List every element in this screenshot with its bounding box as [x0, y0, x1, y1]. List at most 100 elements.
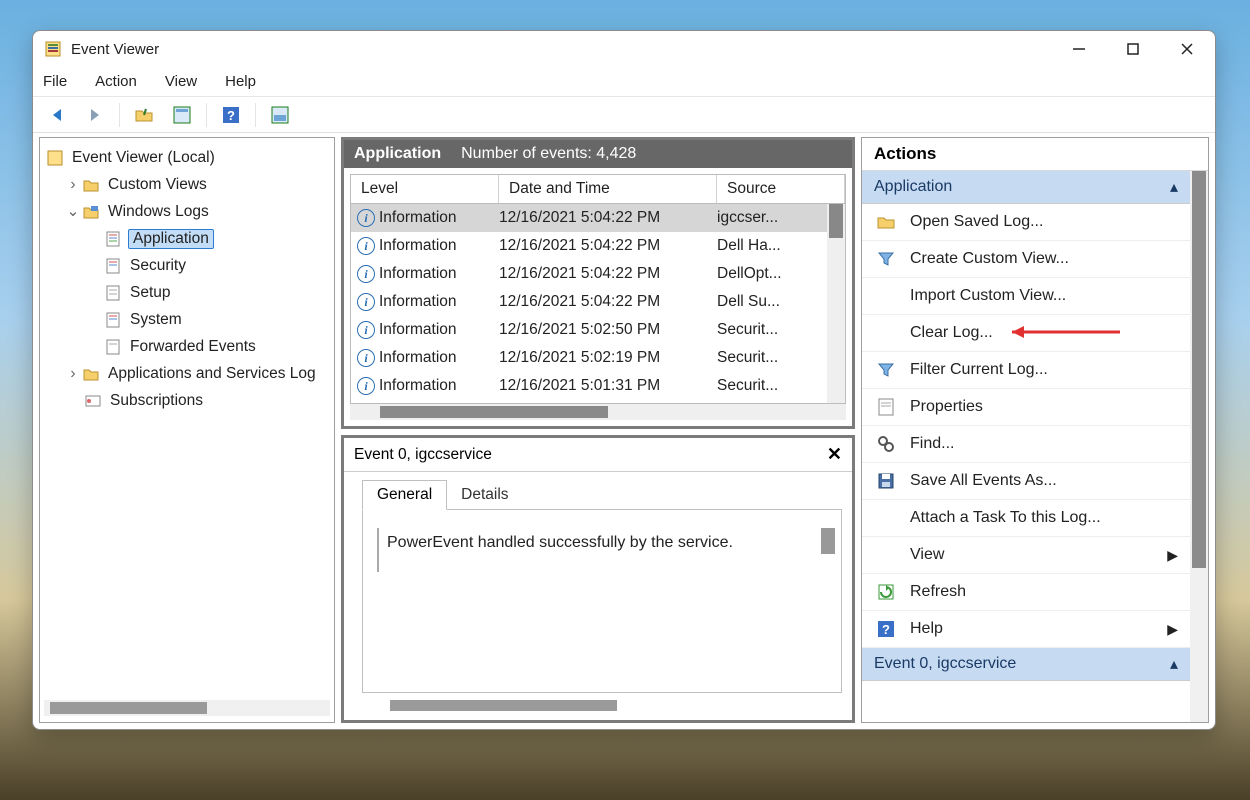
col-level[interactable]: Level	[351, 175, 499, 203]
info-icon: i	[357, 349, 375, 367]
folder-icon	[82, 365, 100, 383]
folder-icon	[82, 203, 100, 221]
table-row[interactable]: iInformation12/16/2021 5:04:22 PMDell Su…	[351, 288, 845, 316]
detail-hscrollbar[interactable]	[362, 699, 834, 712]
app-icon	[45, 41, 61, 57]
action-help[interactable]: ? Help ▶	[862, 611, 1190, 648]
grid-title: Application	[354, 145, 441, 163]
action-properties[interactable]: Properties	[862, 389, 1190, 426]
grid-hscrollbar[interactable]	[350, 404, 846, 420]
action-view-submenu[interactable]: View ▶	[862, 537, 1190, 574]
tree-security[interactable]: Security	[44, 252, 330, 279]
info-icon: i	[357, 265, 375, 283]
expand-icon[interactable]: ›	[64, 365, 82, 383]
log-icon	[104, 230, 122, 248]
col-source[interactable]: Source	[717, 175, 845, 203]
minimize-button[interactable]	[1069, 39, 1089, 59]
table-row[interactable]: iInformation12/16/2021 5:02:50 PMSecurit…	[351, 316, 845, 344]
app-title: Event Viewer	[71, 41, 1069, 58]
action-create-custom-view[interactable]: Create Custom View...	[862, 241, 1190, 278]
forward-button[interactable]	[79, 102, 111, 128]
event-grid: Application Number of events: 4,428 Leve…	[341, 137, 855, 429]
tree-system[interactable]: System	[44, 306, 330, 333]
tree-root[interactable]: Event Viewer (Local)	[44, 144, 330, 171]
cell-datetime: 12/16/2021 5:04:22 PM	[499, 237, 717, 255]
tree-apps-services[interactable]: › Applications and Services Log	[44, 360, 330, 387]
detail-close-button[interactable]: ✕	[827, 444, 842, 465]
table-row[interactable]: iInformation12/16/2021 5:04:22 PMigccser…	[351, 204, 845, 232]
log-icon	[104, 284, 122, 302]
tab-details[interactable]: Details	[446, 480, 523, 510]
folder-icon	[82, 176, 100, 194]
action-open-saved-log[interactable]: Open Saved Log...	[862, 204, 1190, 241]
action-refresh[interactable]: Refresh	[862, 574, 1190, 611]
actions-section-application[interactable]: Application ▴	[862, 171, 1190, 204]
tree-application[interactable]: Application	[44, 225, 330, 252]
cell-level: Information	[379, 237, 457, 255]
expand-icon[interactable]: ›	[64, 176, 82, 194]
cell-datetime: 12/16/2021 5:04:22 PM	[499, 209, 717, 227]
menu-action[interactable]: Action	[95, 73, 137, 90]
tree-hscrollbar[interactable]	[44, 700, 330, 716]
back-button[interactable]	[41, 102, 73, 128]
preview-button[interactable]	[264, 102, 296, 128]
actions-vscrollbar[interactable]	[1190, 171, 1208, 722]
log-icon	[104, 338, 122, 356]
detail-title: Event 0, igccservice	[354, 446, 827, 464]
detail-message: PowerEvent handled successfully by the s…	[377, 528, 827, 572]
refresh-icon	[876, 582, 896, 602]
table-row[interactable]: iInformation12/16/2021 5:02:19 PMSecurit…	[351, 344, 845, 372]
tree-custom-views[interactable]: › Custom Views	[44, 171, 330, 198]
action-import-custom-view[interactable]: Import Custom View...	[862, 278, 1190, 315]
action-clear-log[interactable]: Clear Log...	[862, 315, 1190, 352]
action-find[interactable]: Find...	[862, 426, 1190, 463]
cell-source: DellOpt...	[717, 265, 845, 283]
info-icon: i	[357, 293, 375, 311]
help-icon: ?	[876, 619, 896, 639]
info-icon: i	[357, 237, 375, 255]
chevron-up-icon: ▴	[1170, 654, 1178, 674]
tree-windows-logs[interactable]: ⌄ Windows Logs	[44, 198, 330, 225]
cell-level: Information	[379, 349, 457, 367]
maximize-button[interactable]	[1123, 39, 1143, 59]
cell-datetime: 12/16/2021 5:04:22 PM	[499, 293, 717, 311]
table-row[interactable]: iInformation12/16/2021 5:04:22 PMDellOpt…	[351, 260, 845, 288]
tree-subscriptions[interactable]: Subscriptions	[44, 387, 330, 414]
close-button[interactable]	[1177, 39, 1197, 59]
actions-section-event[interactable]: Event 0, igccservice ▴	[862, 648, 1190, 681]
cell-level: Information	[379, 377, 457, 395]
table-row[interactable]: iInformation 12/16/2021 5:04:22 PMDell Ha…	[351, 232, 845, 260]
folder-open-icon	[876, 212, 896, 232]
find-icon	[876, 434, 896, 454]
info-icon: i	[357, 321, 375, 339]
action-attach-task[interactable]: Attach a Task To this Log...	[862, 500, 1190, 537]
action-save-all-events[interactable]: Save All Events As...	[862, 463, 1190, 500]
properties-button[interactable]	[166, 102, 198, 128]
cell-source: igccser...	[717, 209, 845, 227]
window-controls	[1069, 39, 1203, 59]
titlebar: Event Viewer	[33, 31, 1215, 67]
event-viewer-icon	[46, 149, 64, 167]
tree-setup[interactable]: Setup	[44, 279, 330, 306]
cell-level: Information	[379, 265, 457, 283]
tree-forwarded-events[interactable]: Forwarded Events	[44, 333, 330, 360]
col-datetime[interactable]: Date and Time	[499, 175, 717, 203]
menu-view[interactable]: View	[165, 73, 197, 90]
cell-level: Information	[379, 209, 457, 227]
help-button[interactable]: ?	[215, 102, 247, 128]
cell-source: Dell Ha...	[717, 237, 845, 255]
folder-button[interactable]	[128, 102, 160, 128]
grid-vscrollbar[interactable]	[827, 204, 845, 403]
cell-source: Securit...	[717, 349, 845, 367]
collapse-icon[interactable]: ⌄	[64, 202, 82, 221]
properties-icon	[876, 397, 896, 417]
tab-general[interactable]: General	[362, 480, 447, 510]
filter-icon	[876, 249, 896, 269]
actions-header: Actions	[862, 138, 1208, 171]
menu-file[interactable]: File	[43, 73, 67, 90]
cell-datetime: 12/16/2021 5:01:31 PM	[499, 377, 717, 395]
action-filter-current-log[interactable]: Filter Current Log...	[862, 352, 1190, 389]
table-row[interactable]: iInformation12/16/2021 5:01:31 PMSecurit…	[351, 372, 845, 400]
detail-vscrollbar[interactable]	[821, 528, 835, 554]
menu-help[interactable]: Help	[225, 73, 256, 90]
